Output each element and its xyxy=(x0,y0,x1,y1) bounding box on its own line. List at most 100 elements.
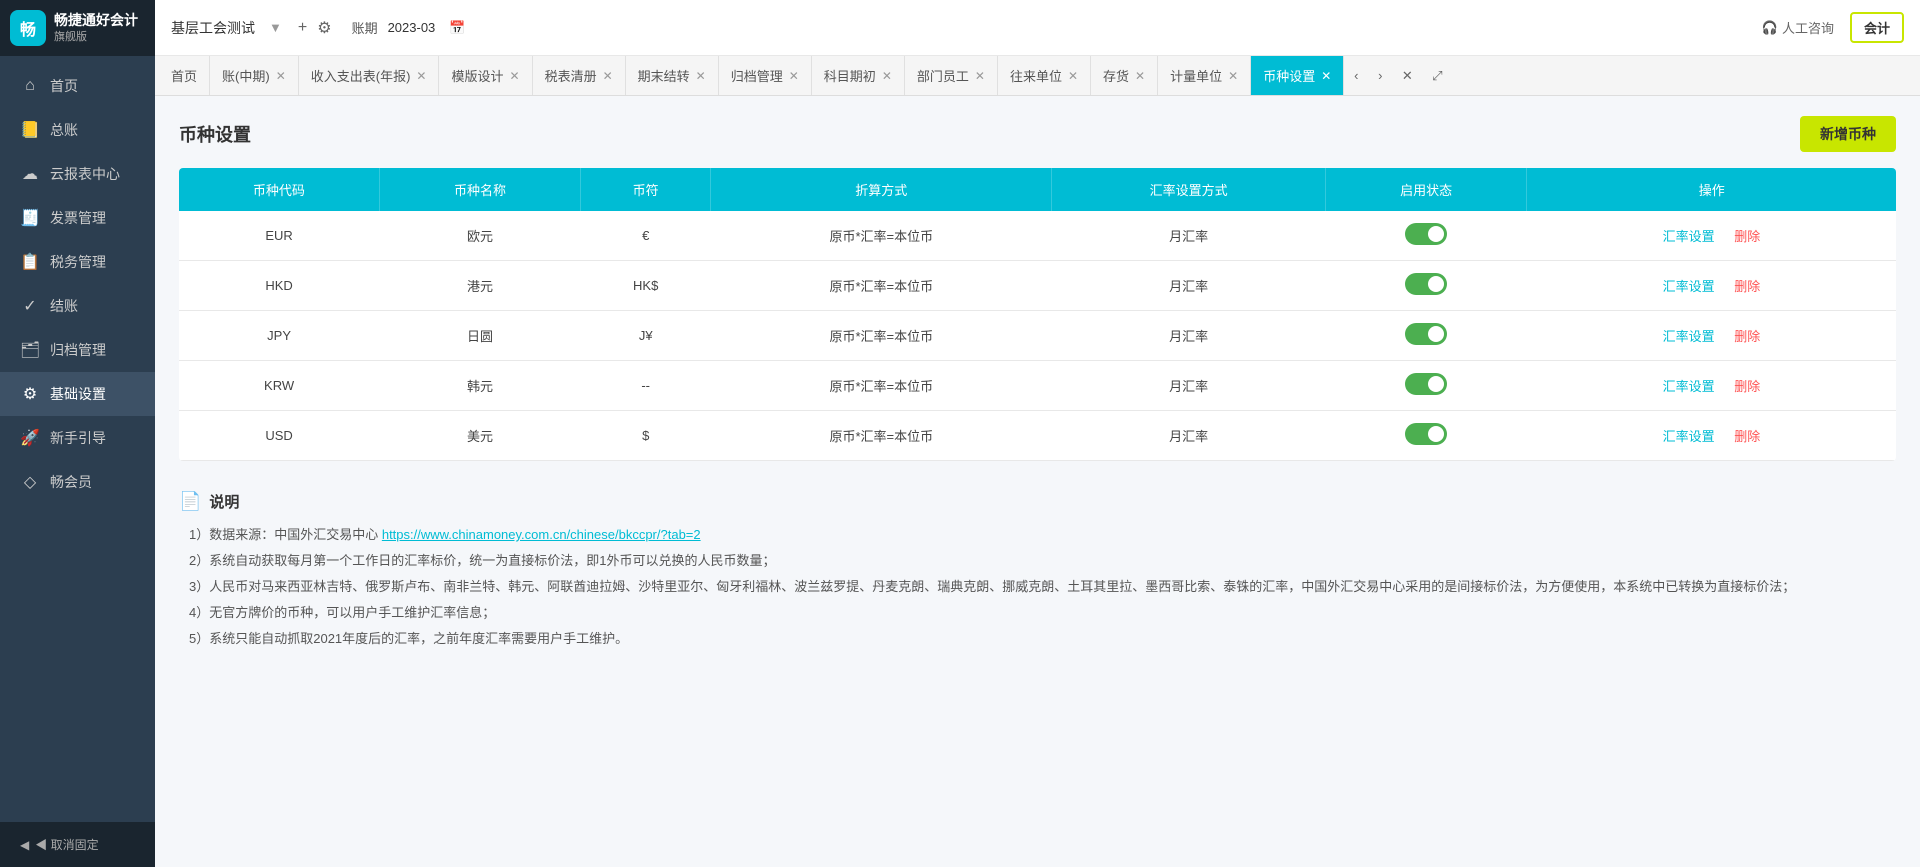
cell-toggle[interactable] xyxy=(1325,261,1527,311)
tab-partner[interactable]: 往来单位 ✕ xyxy=(998,56,1091,96)
cell-toggle[interactable] xyxy=(1325,361,1527,411)
col-symbol: 币符 xyxy=(581,168,711,211)
period-value: 2023-03 xyxy=(388,20,436,35)
sidebar-item-tax[interactable]: 📋 税务管理 xyxy=(0,240,155,284)
tab-prev-btn[interactable]: ‹ xyxy=(1344,56,1368,96)
sidebar-item-reports[interactable]: ☁ 云报表中心 xyxy=(0,152,155,196)
tab-period-end[interactable]: 期末结转 ✕ xyxy=(626,56,719,96)
enabled-toggle[interactable] xyxy=(1405,223,1447,245)
tab-close-icon[interactable]: ✕ xyxy=(603,69,613,83)
rate-settings-link[interactable]: 汇率设置 xyxy=(1663,379,1715,394)
cell-toggle[interactable] xyxy=(1325,311,1527,361)
note-item: 2）系统自动获取每月第一个工作日的汇率标价，统一为直接标价法，即1外币可以兑换的… xyxy=(189,548,1896,574)
col-name: 币种名称 xyxy=(379,168,581,211)
tab-inventory[interactable]: 存货 ✕ xyxy=(1091,56,1158,96)
tab-expand-btn[interactable]: ⤢ xyxy=(1422,56,1452,96)
cell-actions: 汇率设置 删除 xyxy=(1527,261,1896,311)
logo-subtitle: 旗舰版 xyxy=(54,28,138,44)
tab-close-icon[interactable]: ✕ xyxy=(1068,69,1078,83)
tab-dept-staff[interactable]: 部门员工 ✕ xyxy=(905,56,998,96)
project-settings-icon[interactable]: ⚙ xyxy=(317,18,331,38)
tab-subject-init[interactable]: 科目期初 ✕ xyxy=(812,56,905,96)
rate-settings-link[interactable]: 汇率设置 xyxy=(1663,279,1715,294)
tab-close-icon[interactable]: ✕ xyxy=(1135,69,1145,83)
tab-archive[interactable]: 归档管理 ✕ xyxy=(719,56,812,96)
tab-close-all-btn[interactable]: ✕ xyxy=(1392,56,1422,96)
cell-name: 美元 xyxy=(379,411,581,461)
page-header: 币种设置 新增币种 xyxy=(179,116,1896,152)
table-row: KRW 韩元 -- 原币*汇率=本位币 月汇率 汇率设置 删除 xyxy=(179,361,1896,411)
sidebar-item-member[interactable]: ◇ 畅会员 xyxy=(0,460,155,504)
delete-link[interactable]: 删除 xyxy=(1734,329,1760,344)
sidebar-item-ledger[interactable]: 📒 总账 xyxy=(0,108,155,152)
cell-actions: 汇率设置 删除 xyxy=(1527,311,1896,361)
note-icon: 📄 xyxy=(179,491,201,512)
sidebar-item-close[interactable]: ✓ 结账 xyxy=(0,284,155,328)
tabbar: 首页 账(中期) ✕ 收入支出表(年报) ✕ 模版设计 ✕ 税表清册 ✕ 期末结… xyxy=(155,56,1920,96)
tab-annual-report[interactable]: 收入支出表(年报) ✕ xyxy=(299,56,440,96)
project-name: 基层工会测试 xyxy=(171,18,255,38)
tab-template[interactable]: 模版设计 ✕ xyxy=(439,56,532,96)
account-button[interactable]: 会计 xyxy=(1850,12,1904,43)
tab-close-icon[interactable]: ✕ xyxy=(789,69,799,83)
cell-symbol: € xyxy=(581,211,711,261)
tab-close-icon[interactable]: ✕ xyxy=(510,69,520,83)
cell-calc: 原币*汇率=本位币 xyxy=(711,261,1052,311)
delete-link[interactable]: 删除 xyxy=(1734,379,1760,394)
sidebar-footer-unpin[interactable]: ◀ ◀ 取消固定 xyxy=(0,822,155,867)
tab-next-btn[interactable]: › xyxy=(1368,56,1392,96)
unpin-icon: ◀ xyxy=(20,838,29,852)
archive-icon: 🗂 xyxy=(20,340,40,360)
table-row: HKD 港元 HK$ 原币*汇率=本位币 月汇率 汇率设置 删除 xyxy=(179,261,1896,311)
tab-home[interactable]: 首页 xyxy=(159,56,210,96)
logo-title: 畅捷通好会计 xyxy=(54,12,138,29)
enabled-toggle[interactable] xyxy=(1405,323,1447,345)
rate-settings-link[interactable]: 汇率设置 xyxy=(1663,329,1715,344)
tab-close-icon[interactable]: ✕ xyxy=(416,69,426,83)
note-item: 3）人民币对马来西亚林吉特、俄罗斯卢布、南非兰特、韩元、阿联酋迪拉姆、沙特里亚尔… xyxy=(189,574,1896,600)
reports-icon: ☁ xyxy=(20,164,40,184)
project-dropdown-icon[interactable]: ▼ xyxy=(269,20,282,35)
tab-close-icon[interactable]: ✕ xyxy=(1228,69,1238,83)
delete-link[interactable]: 删除 xyxy=(1734,279,1760,294)
sidebar-item-settings[interactable]: ⚙ 基础设置 xyxy=(0,372,155,416)
cell-symbol: HK$ xyxy=(581,261,711,311)
tab-close-icon[interactable]: ✕ xyxy=(276,69,286,83)
note-link[interactable]: https://www.chinamoney.com.cn/chinese/bk… xyxy=(382,527,701,542)
tab-close-icon[interactable]: ✕ xyxy=(882,69,892,83)
tab-tax-table[interactable]: 税表清册 ✕ xyxy=(533,56,626,96)
cell-symbol: $ xyxy=(581,411,711,461)
sidebar-item-guide[interactable]: 🚀 新手引导 xyxy=(0,416,155,460)
rate-settings-link[interactable]: 汇率设置 xyxy=(1663,229,1715,244)
sidebar-item-invoice[interactable]: 🧾 发票管理 xyxy=(0,196,155,240)
tab-close-active-icon[interactable]: ✕ xyxy=(1321,69,1331,83)
cell-calc: 原币*汇率=本位币 xyxy=(711,411,1052,461)
delete-link[interactable]: 删除 xyxy=(1734,429,1760,444)
consult-button[interactable]: 🎧 人工咨询 xyxy=(1762,18,1834,37)
cell-toggle[interactable] xyxy=(1325,411,1527,461)
tab-mid-period[interactable]: 账(中期) ✕ xyxy=(210,56,299,96)
table-row: EUR 欧元 € 原币*汇率=本位币 月汇率 汇率设置 删除 xyxy=(179,211,1896,261)
delete-link[interactable]: 删除 xyxy=(1734,229,1760,244)
tab-close-icon[interactable]: ✕ xyxy=(975,69,985,83)
member-icon: ◇ xyxy=(20,472,40,492)
calendar-icon[interactable]: 📅 xyxy=(449,20,465,36)
new-currency-button[interactable]: 新增币种 xyxy=(1800,116,1896,152)
enabled-toggle[interactable] xyxy=(1405,373,1447,395)
cell-rate-type: 月汇率 xyxy=(1052,361,1325,411)
sidebar-item-archive[interactable]: 🗂 归档管理 xyxy=(0,328,155,372)
sidebar-item-home[interactable]: ⌂ 首页 xyxy=(0,64,155,108)
cell-toggle[interactable] xyxy=(1325,211,1527,261)
tab-close-icon[interactable]: ✕ xyxy=(696,69,706,83)
rate-settings-link[interactable]: 汇率设置 xyxy=(1663,429,1715,444)
note-title: 📄 说明 xyxy=(179,491,1896,512)
cell-name: 日圆 xyxy=(379,311,581,361)
add-project-icon[interactable]: + xyxy=(298,19,307,37)
invoice-icon: 🧾 xyxy=(20,208,40,228)
enabled-toggle[interactable] xyxy=(1405,423,1447,445)
cell-symbol: J¥ xyxy=(581,311,711,361)
settings-icon: ⚙ xyxy=(20,384,40,404)
enabled-toggle[interactable] xyxy=(1405,273,1447,295)
tab-currency[interactable]: 币种设置 ✕ xyxy=(1251,56,1344,96)
tab-unit[interactable]: 计量单位 ✕ xyxy=(1158,56,1251,96)
